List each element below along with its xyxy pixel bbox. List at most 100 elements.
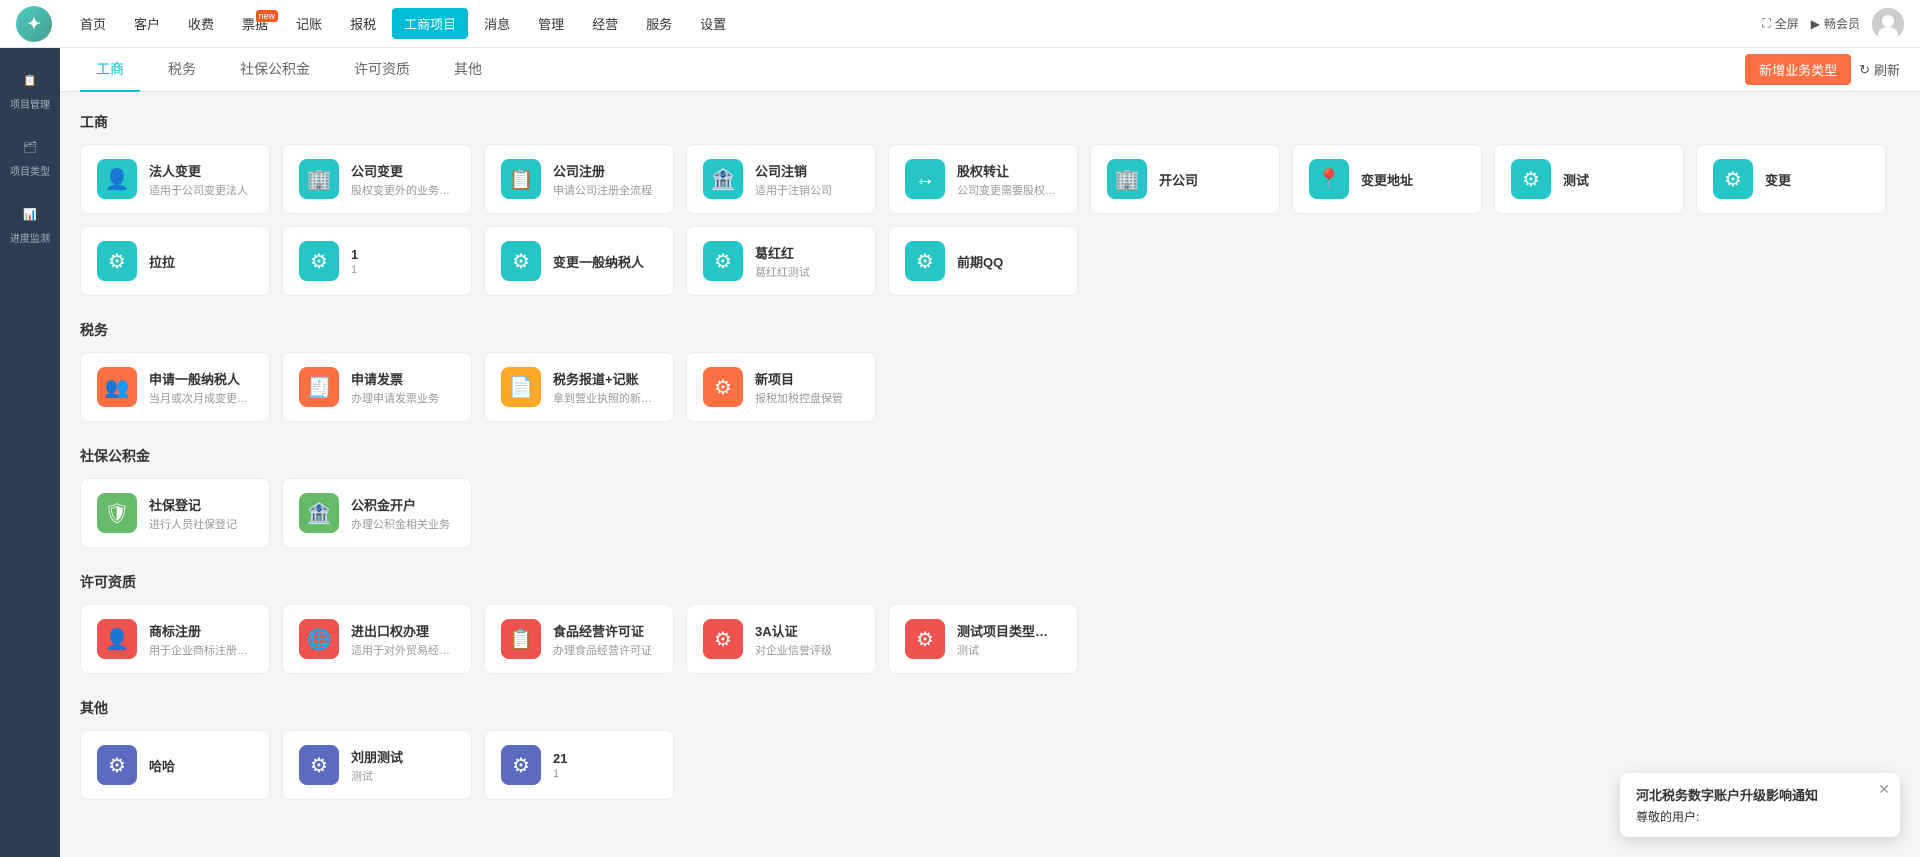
user-avatar[interactable] bbox=[1872, 8, 1904, 40]
card-equity-transfer[interactable]: ↔ 股权转让 公司变更需要股权转让 bbox=[888, 144, 1078, 214]
logo-icon: ✦ bbox=[27, 14, 40, 34]
card-title-equity-transfer: 股权转让 bbox=[957, 161, 1061, 180]
card-earlyqq[interactable]: ⚙ 前期QQ bbox=[888, 226, 1078, 296]
card-company-change[interactable]: 🏢 公司变更 股权变更外的业务变更 bbox=[282, 144, 472, 214]
tab-license[interactable]: 许可资质 bbox=[338, 48, 426, 92]
card-text-3a-cert: 3A认证 对企业信誉评级 bbox=[755, 621, 859, 658]
card-haha[interactable]: ⚙ 哈哈 bbox=[80, 730, 270, 800]
notification-content: 尊敬的用户: bbox=[1636, 808, 1884, 825]
card-subtitle-apply-taxpayer: 当月或次月成变更完成 bbox=[149, 390, 253, 406]
card-text-change: 变更 bbox=[1765, 170, 1869, 189]
card-icon-import-export: 🌐 bbox=[299, 619, 339, 659]
card-text-liupeng-test: 刘朋测试 测试 bbox=[351, 747, 455, 784]
card-company-register[interactable]: 📋 公司注册 申请公司注册全流程 bbox=[484, 144, 674, 214]
card-liupeng-test[interactable]: ⚙ 刘朋测试 测试 bbox=[282, 730, 472, 800]
card-social-register[interactable]: 🛡 社保登记 进行人员社保登记 bbox=[80, 478, 270, 548]
card-apply-invoice[interactable]: 🧾 申请发票 办理申请发票业务 bbox=[282, 352, 472, 422]
card-import-export[interactable]: 🌐 进出口权办理 适用于对外贸易经营者 bbox=[282, 604, 472, 674]
section-social-title: 社保公积金 bbox=[80, 446, 1900, 466]
nav-item-fee[interactable]: 收费 bbox=[176, 8, 226, 39]
nav-item-message[interactable]: 消息 bbox=[472, 8, 522, 39]
card-new-project[interactable]: ⚙ 新项目 报税加税控盘保管 bbox=[686, 352, 876, 422]
tab-social[interactable]: 社保公积金 bbox=[224, 48, 326, 92]
industry-cards: 👤 法人变更 适用于公司变更法人 🏢 公司变更 股权变更外的业务变更 📋 公司注… bbox=[80, 144, 1900, 296]
card-test[interactable]: ⚙ 测试 bbox=[1494, 144, 1684, 214]
card-legal-change[interactable]: 👤 法人变更 适用于公司变更法人 bbox=[80, 144, 270, 214]
card-change[interactable]: ⚙ 变更 bbox=[1696, 144, 1886, 214]
card-text-test: 测试 bbox=[1563, 170, 1667, 189]
card-test-type[interactable]: ⚙ 测试项目类型目定义 测试 bbox=[888, 604, 1078, 674]
card-tax-report[interactable]: 📄 税务报道+记账 拿到营业执照的新公司 bbox=[484, 352, 674, 422]
card-icon-gehonghong: ⚙ bbox=[703, 241, 743, 281]
card-icon-apply-invoice: 🧾 bbox=[299, 367, 339, 407]
add-type-button[interactable]: 新增业务类型 bbox=[1745, 54, 1851, 85]
card-subtitle-liupeng-test: 测试 bbox=[351, 768, 455, 784]
card-change-taxpayer[interactable]: ⚙ 变更一般纳税人 bbox=[484, 226, 674, 296]
card-text-food-license: 食品经营许可证 办理食品经营许可证 bbox=[553, 621, 657, 658]
card-apply-taxpayer[interactable]: 👥 申请一般纳税人 当月或次月成变更完成 bbox=[80, 352, 270, 422]
card-icon-3a-cert: ⚙ bbox=[703, 619, 743, 659]
card-lala[interactable]: ⚙ 拉拉 bbox=[80, 226, 270, 296]
vip-button[interactable]: ▶ 畅会员 bbox=[1811, 15, 1860, 32]
tab-items: 工商税务社保公积金许可资质其他 bbox=[80, 48, 506, 92]
card-icon-food-license: 📋 bbox=[501, 619, 541, 659]
app-logo[interactable]: ✦ bbox=[16, 6, 52, 42]
card-title-legal-change: 法人变更 bbox=[149, 161, 253, 180]
card-icon-fund-open: 🏦 bbox=[299, 493, 339, 533]
sidebar-item-project-type[interactable]: 🗂 项目类型 bbox=[5, 127, 55, 186]
card-icon-new-project: ⚙ bbox=[703, 367, 743, 407]
card-icon-company-register: 📋 bbox=[501, 159, 541, 199]
card-food-license[interactable]: 📋 食品经营许可证 办理食品经营许可证 bbox=[484, 604, 674, 674]
sidebar-label-project-type: 项目类型 bbox=[10, 163, 50, 178]
card-icon-haha: ⚙ bbox=[97, 745, 137, 785]
card-subtitle-food-license: 办理食品经营许可证 bbox=[553, 642, 657, 658]
sidebar-item-progress-monitor[interactable]: 📊进度监测 bbox=[5, 194, 55, 253]
card-title-twenty-one: 21 bbox=[553, 751, 657, 766]
card-one[interactable]: ⚙ 1 1 bbox=[282, 226, 472, 296]
card-3a-cert[interactable]: ⚙ 3A认证 对企业信誉评级 bbox=[686, 604, 876, 674]
nav-item-tax[interactable]: 报税 bbox=[338, 8, 388, 39]
card-change-address[interactable]: 📍 变更地址 bbox=[1292, 144, 1482, 214]
tab-industry[interactable]: 工商 bbox=[80, 48, 140, 92]
card-text-haha: 哈哈 bbox=[149, 756, 253, 775]
card-gehonghong[interactable]: ⚙ 葛红红 葛红红测试 bbox=[686, 226, 876, 296]
nav-item-manage[interactable]: 管理 bbox=[526, 8, 576, 39]
card-title-social-register: 社保登记 bbox=[149, 495, 253, 514]
nav-item-accounting[interactable]: 记账 bbox=[284, 8, 334, 39]
card-text-change-address: 变更地址 bbox=[1361, 170, 1465, 189]
card-text-earlyqq: 前期QQ bbox=[957, 252, 1061, 271]
card-subtitle-test-type: 测试 bbox=[957, 642, 1061, 658]
card-open-company[interactable]: 🏢 开公司 bbox=[1090, 144, 1280, 214]
card-subtitle-new-project: 报税加税控盘保管 bbox=[755, 390, 859, 406]
card-icon-twenty-one: ⚙ bbox=[501, 745, 541, 785]
fullscreen-label: 全屏 bbox=[1775, 15, 1799, 32]
sidebar-item-project-manage[interactable]: 📋项目管理 bbox=[5, 60, 55, 119]
nav-item-home[interactable]: 首页 bbox=[68, 8, 118, 39]
refresh-button[interactable]: ↻ 刷新 bbox=[1859, 60, 1900, 79]
nav-item-invoice[interactable]: 票据new bbox=[230, 8, 280, 39]
card-icon-open-company: 🏢 bbox=[1107, 159, 1147, 199]
card-title-haha: 哈哈 bbox=[149, 756, 253, 775]
card-text-legal-change: 法人变更 适用于公司变更法人 bbox=[149, 161, 253, 198]
vip-label: 畅会员 bbox=[1824, 15, 1860, 32]
top-nav: ✦ 首页客户收费票据new记账报税工商项目消息管理经营服务设置 ⛶ 全屏 ▶ 畅… bbox=[0, 0, 1920, 48]
refresh-icon: ↻ bbox=[1859, 62, 1870, 78]
nav-item-industry[interactable]: 工商项目 bbox=[392, 8, 468, 39]
tab-tax[interactable]: 税务 bbox=[152, 48, 212, 92]
card-icon-company-change: 🏢 bbox=[299, 159, 339, 199]
card-text-social-register: 社保登记 进行人员社保登记 bbox=[149, 495, 253, 532]
notification-close[interactable]: ✕ bbox=[1878, 781, 1890, 798]
card-subtitle-company-register: 申请公司注册全流程 bbox=[553, 182, 657, 198]
nav-item-settings[interactable]: 设置 bbox=[688, 8, 738, 39]
card-text-twenty-one: 21 1 bbox=[553, 751, 657, 780]
fullscreen-button[interactable]: ⛶ 全屏 bbox=[1762, 15, 1798, 32]
tab-other[interactable]: 其他 bbox=[438, 48, 498, 92]
nav-item-service[interactable]: 服务 bbox=[634, 8, 684, 39]
card-fund-open[interactable]: 🏦 公积金开户 办理公积金相关业务 bbox=[282, 478, 472, 548]
card-company-cancel[interactable]: 🏦 公司注销 适用于注销公司 bbox=[686, 144, 876, 214]
card-twenty-one[interactable]: ⚙ 21 1 bbox=[484, 730, 674, 800]
nav-item-operation[interactable]: 经营 bbox=[580, 8, 630, 39]
nav-item-client[interactable]: 客户 bbox=[122, 8, 172, 39]
card-trademark[interactable]: 👤 商标注册 用于企业商标注册服务 bbox=[80, 604, 270, 674]
sidebar-icon-project-type: 🗂 bbox=[18, 135, 42, 159]
